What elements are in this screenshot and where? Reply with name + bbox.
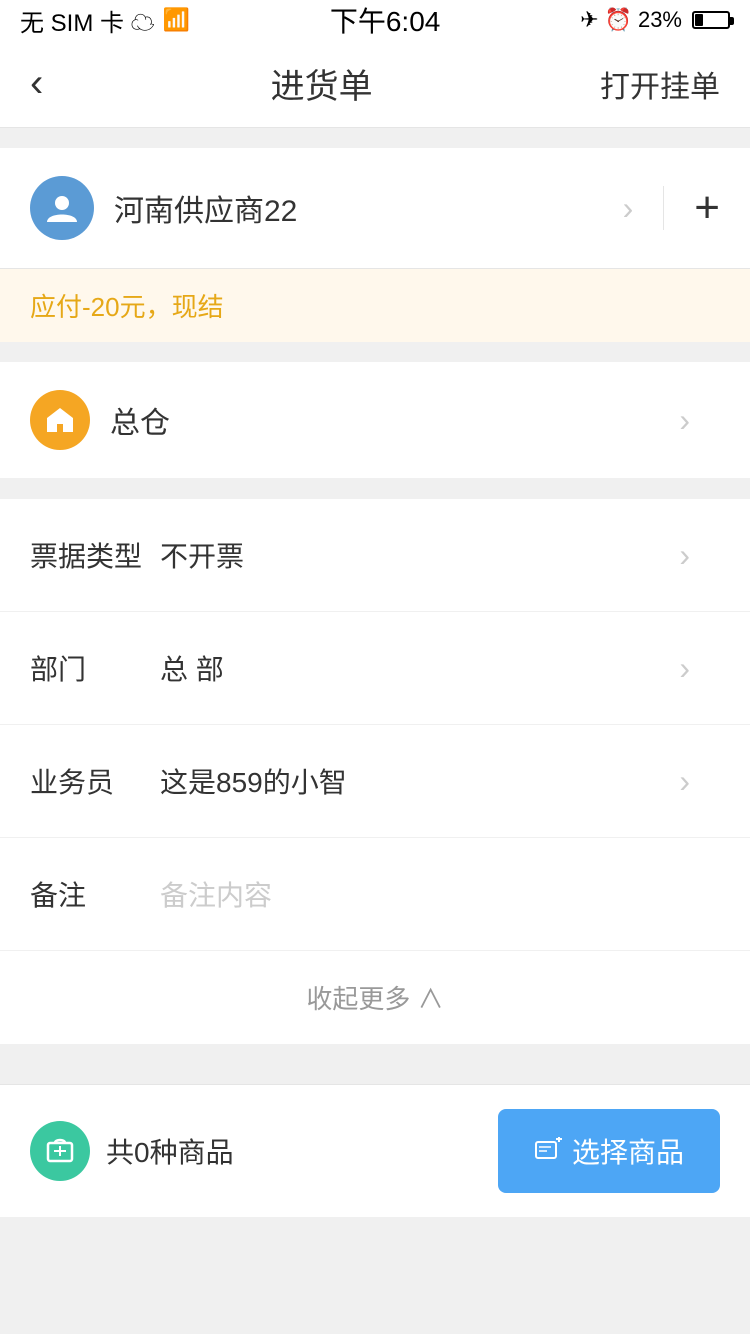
warehouse-icon-circle — [30, 390, 90, 450]
supplier-name: 河南供应商22 — [114, 186, 623, 230]
invoice-type-value: 不开票 — [160, 535, 679, 575]
warehouse-chevron-icon: › — [679, 402, 690, 439]
salesperson-label: 业务员 — [30, 761, 160, 801]
add-supplier-button[interactable]: + — [694, 186, 720, 230]
salesperson-value: 这是859的小智 — [160, 761, 679, 801]
invoice-type-row[interactable]: 票据类型 不开票 › — [0, 498, 750, 611]
remark-placeholder: 备注内容 — [160, 874, 720, 914]
wifi-icon: 📶 — [163, 7, 190, 33]
page-title: 进货单 — [271, 59, 373, 108]
status-bar: 无 SIM 卡 ☁ 📶 下午6:04 ✈ ⏰ 23% — [0, 0, 750, 40]
status-time: 下午6:04 — [330, 0, 441, 40]
notice-bar: 应付-20元，现结 — [0, 269, 750, 342]
supplier-chevron-icon: › — [623, 190, 634, 227]
battery-percent: 23% — [638, 7, 682, 33]
select-goods-button[interactable]: 选择商品 — [498, 1109, 720, 1193]
section-gap-2 — [0, 342, 750, 362]
form-section: 票据类型 不开票 › 部门 总 部 › 业务员 这是859的小智 › 备注 备注… — [0, 498, 750, 1044]
invoice-type-label: 票据类型 — [30, 535, 160, 575]
salesperson-chevron-icon: › — [679, 763, 690, 800]
department-row[interactable]: 部门 总 部 › — [0, 611, 750, 724]
goods-icon-circle — [30, 1121, 90, 1181]
supplier-avatar — [30, 176, 94, 240]
open-pending-button[interactable]: 打开挂单 — [600, 62, 720, 106]
department-value: 总 部 — [160, 648, 679, 688]
vertical-divider — [663, 186, 664, 230]
collapse-label: 收起更多 ∧ — [306, 979, 443, 1016]
sim-label: 无 SIM 卡 ☁ — [20, 3, 155, 38]
bottom-bar: 共0种商品 选择商品 — [0, 1084, 750, 1217]
collapse-row[interactable]: 收起更多 ∧ — [0, 950, 750, 1044]
supplier-row[interactable]: 河南供应商22 › + — [0, 148, 750, 269]
alarm-icon: ⏰ — [605, 7, 632, 33]
back-button[interactable]: ‹ — [30, 61, 43, 106]
remark-label: 备注 — [30, 874, 160, 914]
warehouse-name: 总仓 — [110, 398, 679, 442]
notice-text: 应付-20元，现结 — [30, 292, 224, 322]
department-label: 部门 — [30, 648, 160, 688]
goods-count-text: 共0种商品 — [106, 1131, 234, 1171]
supplier-section: 河南供应商22 › + 应付-20元，现结 — [0, 148, 750, 342]
section-gap-1 — [0, 128, 750, 148]
status-left: 无 SIM 卡 ☁ 📶 — [20, 3, 190, 38]
nav-bar: ‹ 进货单 打开挂单 — [0, 40, 750, 128]
salesperson-row[interactable]: 业务员 这是859的小智 › — [0, 724, 750, 837]
warehouse-icon — [44, 404, 76, 436]
select-goods-label: 选择商品 — [572, 1131, 684, 1171]
warehouse-row[interactable]: 总仓 › — [0, 362, 750, 478]
invoice-type-chevron-icon: › — [679, 537, 690, 574]
section-gap-4 — [0, 1044, 750, 1064]
battery-icon — [692, 11, 730, 29]
department-chevron-icon: › — [679, 650, 690, 687]
goods-count-wrap: 共0种商品 — [30, 1121, 234, 1181]
select-goods-icon — [534, 1137, 562, 1165]
section-gap-3 — [0, 478, 750, 498]
warehouse-section: 总仓 › — [0, 362, 750, 478]
status-right: ✈ ⏰ 23% — [580, 7, 730, 33]
user-icon — [44, 190, 80, 226]
location-icon: ✈ — [580, 7, 598, 33]
cart-icon — [44, 1135, 76, 1167]
remark-row[interactable]: 备注 备注内容 — [0, 837, 750, 950]
